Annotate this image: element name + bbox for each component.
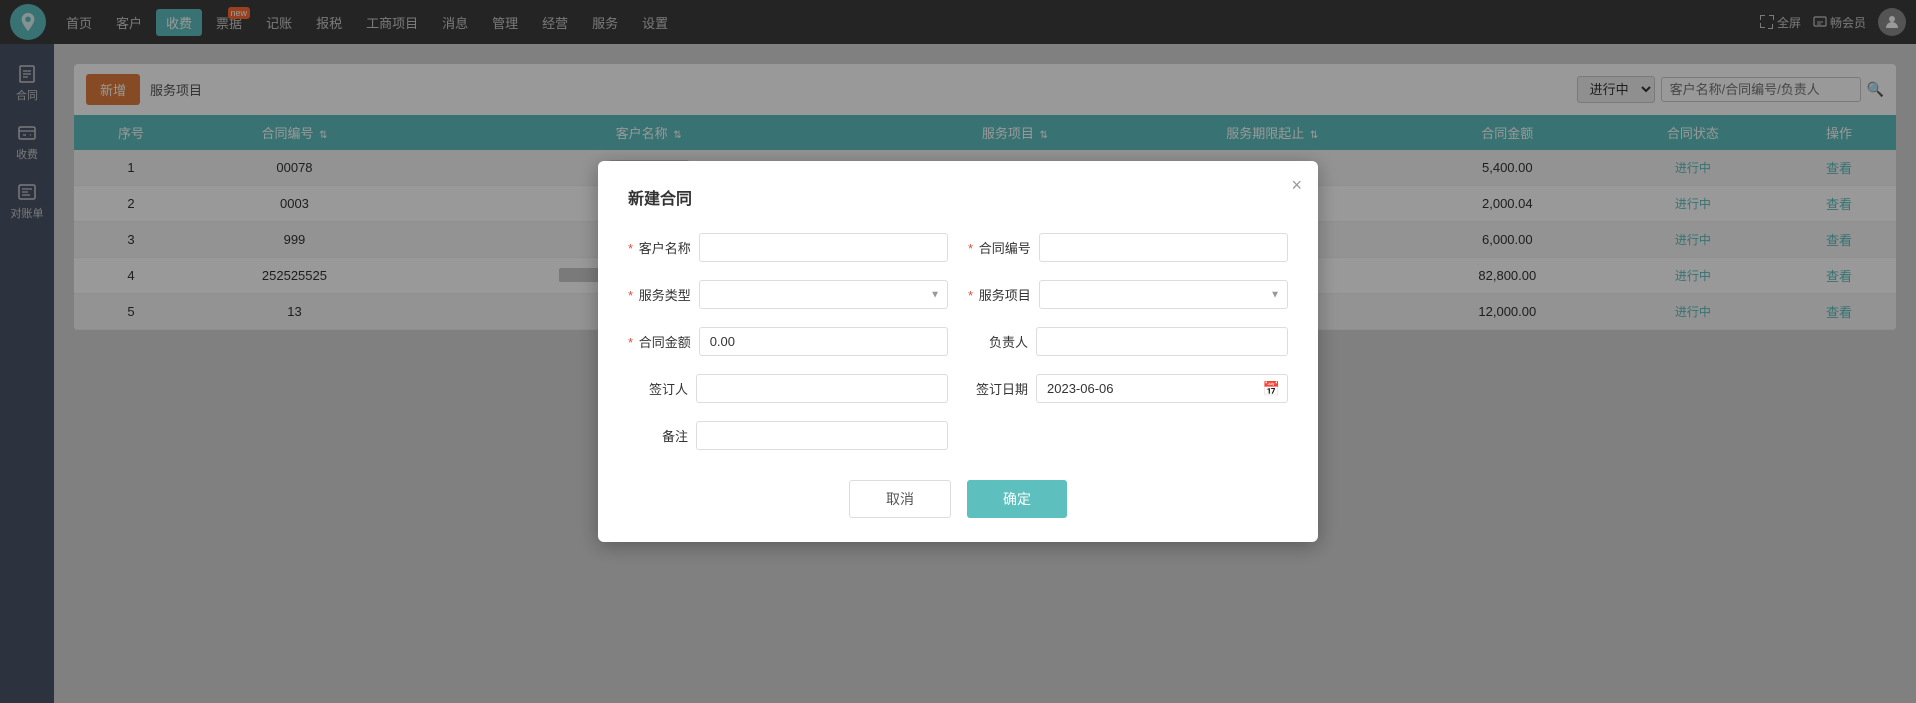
required-star-5: * [628,335,633,350]
form-field-service-item: * 服务项目 ▼ [968,280,1288,309]
form-field-sign-date: 签订日期 📅 [968,374,1288,403]
contract-no-input[interactable] [1039,233,1288,262]
required-star-4: * [968,288,973,303]
required-star: * [628,241,633,256]
new-contract-modal: × 新建合同 * 客户名称 * 合同编号 [598,161,1318,542]
calendar-icon[interactable]: 📅 [1263,380,1280,397]
form-field-signer: 签订人 [628,374,948,403]
form-row-4: 签订人 签订日期 📅 [628,374,1288,403]
required-star-2: * [968,241,973,256]
contract-amount-input[interactable] [699,327,948,356]
modal-footer: 取消 确定 [628,480,1288,518]
service-type-label: * 服务类型 [628,285,691,304]
form-field-service-type: * 服务类型 ▼ [628,280,948,309]
modal-close-button[interactable]: × [1291,175,1302,196]
service-item-select[interactable] [1039,280,1288,309]
form-row-1: * 客户名称 * 合同编号 [628,233,1288,262]
modal-overlay[interactable]: × 新建合同 * 客户名称 * 合同编号 [0,0,1916,703]
sign-date-label: 签订日期 [968,379,1028,398]
form-field-contract-amount: * 合同金额 [628,327,948,356]
modal-title: 新建合同 [628,185,1288,209]
signer-label: 签订人 [628,379,688,398]
service-item-label: * 服务项目 [968,285,1031,304]
form-field-remark: 备注 [628,421,948,450]
form-row-2: * 服务类型 ▼ * 服务项目 [628,280,1288,309]
remark-input[interactable] [696,421,948,450]
signer-input[interactable] [696,374,948,403]
remark-label: 备注 [628,426,688,445]
required-star-3: * [628,288,633,303]
sign-date-input[interactable] [1036,374,1288,403]
form-field-contract-no: * 合同编号 [968,233,1288,262]
form-row-3: * 合同金额 负责人 [628,327,1288,356]
contract-no-label: * 合同编号 [968,238,1031,257]
form-row-5: 备注 [628,421,1288,450]
cancel-button[interactable]: 取消 [849,480,951,518]
sign-date-wrapper: 📅 [1036,374,1288,403]
customer-name-input[interactable] [699,233,948,262]
confirm-button[interactable]: 确定 [967,480,1067,518]
customer-name-label: * 客户名称 [628,238,691,257]
form-field-customer-name: * 客户名称 [628,233,948,262]
contract-amount-label: * 合同金额 [628,332,691,351]
service-item-select-wrapper: ▼ [1039,280,1288,309]
service-type-select[interactable] [699,280,948,309]
responsible-label: 负责人 [968,332,1028,351]
service-type-select-wrapper: ▼ [699,280,948,309]
form-field-responsible: 负责人 [968,327,1288,356]
responsible-input[interactable] [1036,327,1288,356]
